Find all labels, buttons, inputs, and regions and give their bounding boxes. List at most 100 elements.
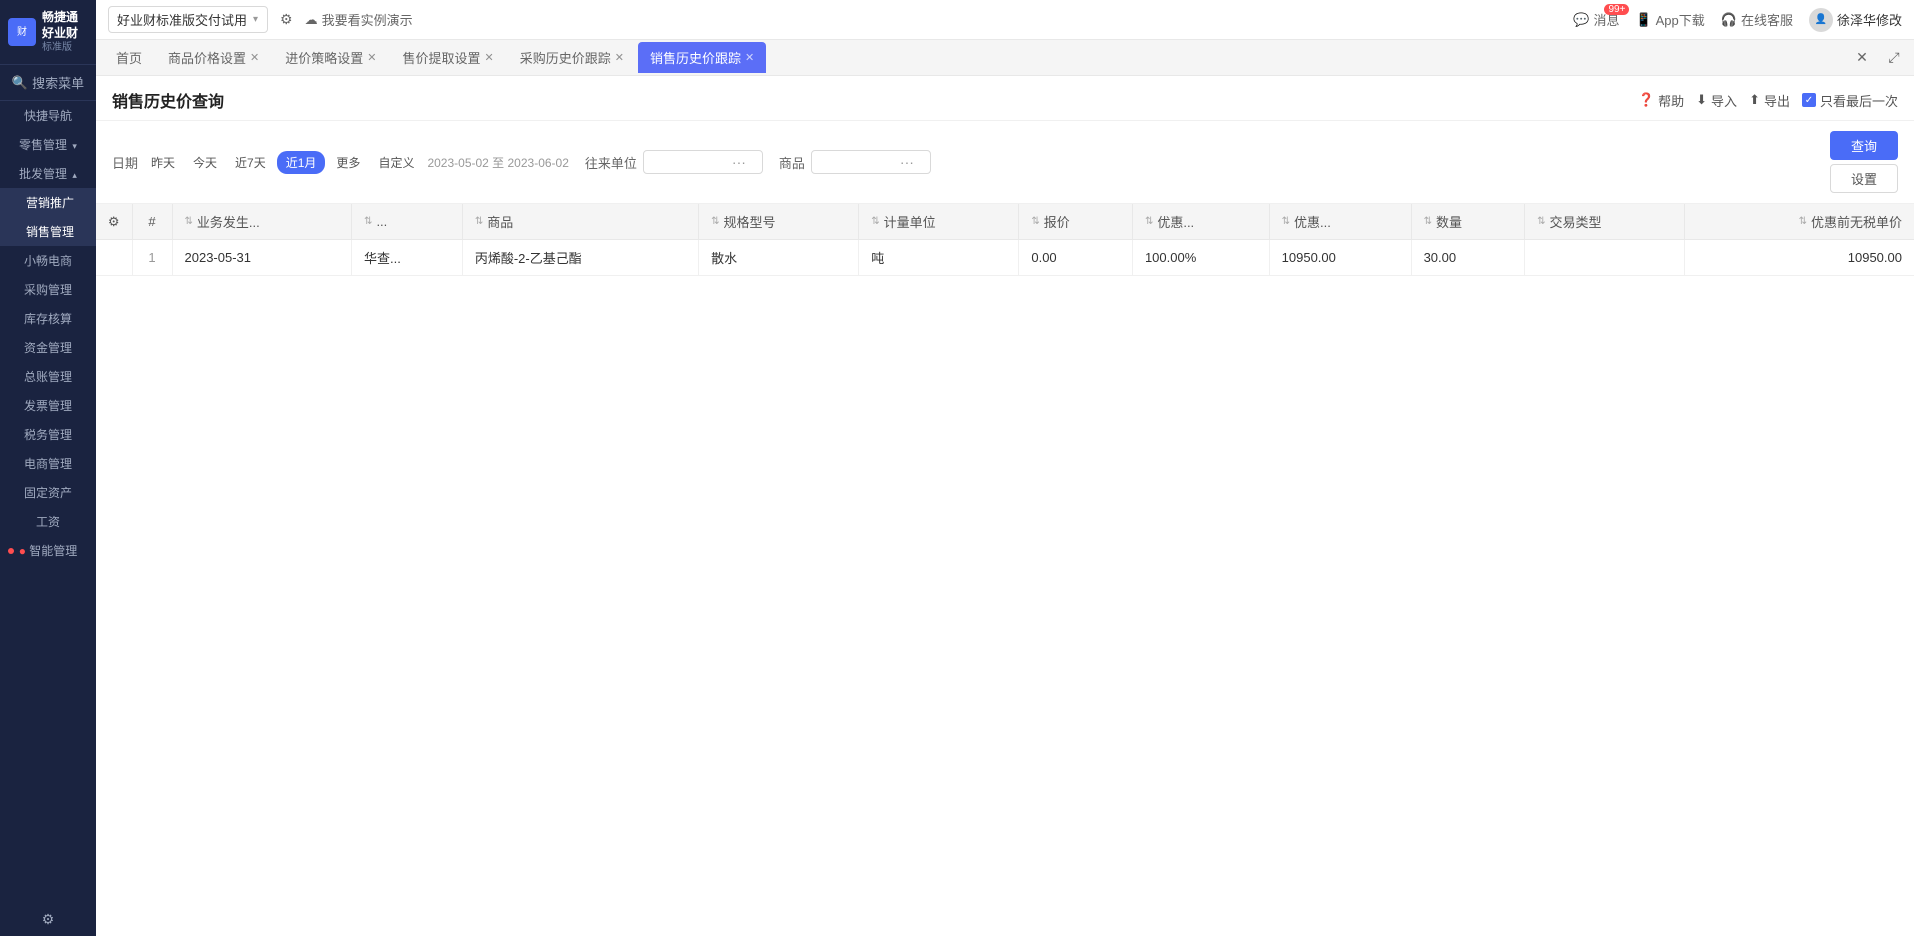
settings-btn[interactable]: 设置	[1830, 164, 1898, 193]
app-selector[interactable]: 好业财标准版交付试用 ▾	[108, 6, 268, 33]
close-icon[interactable]: ✕	[367, 51, 376, 64]
unit-input-wrap[interactable]: ···	[643, 150, 763, 174]
sidebar-item-wholesale[interactable]: 批发管理 ▴	[0, 159, 96, 188]
topbar-right: 💬 消息 99+ 📱 App下载 🎧 在线客服 👤 徐泽华修改	[1573, 8, 1902, 32]
close-icon[interactable]: ✕	[250, 51, 259, 64]
col-discount1-sort-icon: ⇅	[1145, 216, 1153, 227]
user-profile[interactable]: 👤 徐泽华修改	[1809, 8, 1902, 32]
product-input-wrap[interactable]: ···	[811, 150, 931, 174]
date-btn-custom[interactable]: 自定义	[371, 151, 421, 174]
product-filter-group: 商品 ···	[779, 150, 931, 174]
sidebar-settings-btn[interactable]: ⚙	[0, 903, 96, 936]
sidebar-item-ecommerce[interactable]: 电商管理	[0, 449, 96, 478]
tab-cost-strategy-label: 进价策略设置	[285, 48, 363, 67]
date-btn-more[interactable]: 更多	[329, 151, 367, 174]
unit-dots-btn[interactable]: ···	[732, 154, 746, 170]
demo-link[interactable]: ☁ 我要看实例演示	[305, 10, 413, 29]
col-price[interactable]: ⇅ 报价	[1019, 204, 1133, 240]
col-spec[interactable]: ⇅ 规格型号	[699, 204, 859, 240]
col-unit-label: 计量单位	[884, 212, 936, 231]
close-icon[interactable]: ✕	[615, 51, 624, 64]
close-icon[interactable]: ✕	[745, 51, 754, 64]
col-date[interactable]: ⇅ 业务发生...	[172, 204, 352, 240]
tab-purchase-history[interactable]: 采购历史价跟踪 ✕	[508, 42, 636, 73]
col-discount1[interactable]: ⇅ 优惠...	[1132, 204, 1269, 240]
demo-label: 我要看实例演示	[322, 10, 413, 29]
sidebar-payroll-label: 工资	[36, 515, 60, 529]
col-unit[interactable]: ⇅ 计量单位	[859, 204, 1019, 240]
show-last-toggle[interactable]: ✓ 只看最后一次	[1802, 91, 1898, 110]
tab-cost-strategy[interactable]: 进价策略设置 ✕	[273, 42, 388, 73]
col-extra[interactable]: ⇅ ...	[352, 204, 463, 240]
sidebar-smart-label: 智能管理	[29, 544, 77, 558]
sidebar-item-quick-nav[interactable]: 快捷导航	[0, 101, 96, 130]
date-btn-7days[interactable]: 近7天	[228, 151, 273, 174]
sidebar-item-tax[interactable]: 税务管理	[0, 420, 96, 449]
window-close-btn[interactable]: ✕	[1850, 46, 1874, 70]
app-download-btn[interactable]: 📱 App下载	[1635, 10, 1704, 29]
tab-home[interactable]: 首页	[104, 42, 154, 73]
unit-filter-label: 往来单位	[585, 153, 637, 172]
sidebar-ecommerce-small-label: 小畅电商	[24, 254, 72, 268]
sidebar-item-ledger[interactable]: 总账管理	[0, 362, 96, 391]
date-btn-yesterday[interactable]: 昨天	[144, 151, 182, 174]
col-discount2[interactable]: ⇅ 优惠...	[1269, 204, 1411, 240]
row-extra: 华查...	[352, 240, 463, 276]
user-name: 徐泽华修改	[1837, 10, 1902, 29]
tab-product-price[interactable]: 商品价格设置 ✕	[156, 42, 271, 73]
col-product[interactable]: ⇅ 商品	[462, 204, 698, 240]
col-qty[interactable]: ⇅ 数量	[1411, 204, 1525, 240]
sidebar-search[interactable]: 🔍 搜索菜单	[0, 65, 96, 101]
sidebar-item-fixed-assets[interactable]: 固定资产	[0, 478, 96, 507]
sidebar-item-smart[interactable]: ● 智能管理	[0, 536, 96, 565]
app-selector-label: 好业财标准版交付试用	[117, 10, 247, 29]
col-price-sort-icon: ⇅	[1031, 216, 1039, 227]
close-icon[interactable]: ✕	[485, 51, 494, 64]
help-btn[interactable]: ❓ 帮助	[1638, 91, 1684, 110]
sidebar-item-ecommerce-small[interactable]: 小畅电商	[0, 246, 96, 275]
sidebar-item-payroll[interactable]: 工资	[0, 507, 96, 536]
unit-input[interactable]	[652, 155, 732, 170]
sidebar-item-finance[interactable]: 资金管理	[0, 333, 96, 362]
window-maximize-btn[interactable]: ⤢	[1882, 46, 1906, 70]
date-buttons: 昨天 今天 近7天 近1月 更多 自定义	[144, 151, 421, 174]
col-index: #	[132, 204, 172, 240]
sidebar-retail-label: 零售管理	[19, 138, 67, 152]
tab-sell-price[interactable]: 售价提取设置 ✕	[390, 42, 505, 73]
sidebar-item-retail[interactable]: 零售管理 ▾	[0, 130, 96, 159]
col-trans-type[interactable]: ⇅ 交易类型	[1525, 204, 1685, 240]
col-product-sort-icon: ⇅	[475, 216, 483, 227]
topbar-settings-btn[interactable]: ⚙	[280, 11, 293, 28]
tab-sales-history-label: 销售历史价跟踪	[650, 48, 741, 67]
page-content: 销售历史价查询 ❓ 帮助 ⬇ 导入 ⬆ 导出 ✓ 只看最后一次	[96, 76, 1914, 936]
col-settings[interactable]: ⚙	[96, 204, 132, 240]
sidebar-purchase-label: 采购管理	[24, 283, 72, 297]
tab-sales-history[interactable]: 销售历史价跟踪 ✕	[638, 42, 766, 73]
avatar: 👤	[1809, 8, 1833, 32]
product-input[interactable]	[820, 155, 900, 170]
sidebar-item-marketing[interactable]: 营销推广	[0, 188, 96, 217]
query-btn[interactable]: 查询	[1830, 131, 1898, 160]
sidebar-marketing-label: 营销推广	[26, 196, 74, 210]
sidebar-item-purchase[interactable]: 采购管理	[0, 275, 96, 304]
sidebar-item-sales-mgmt[interactable]: 销售管理	[0, 217, 96, 246]
product-dots-btn[interactable]: ···	[900, 154, 914, 170]
message-btn[interactable]: 💬 消息 99+	[1573, 10, 1619, 29]
date-btn-today[interactable]: 今天	[186, 151, 224, 174]
logo-icon: 财	[8, 18, 36, 46]
product-filter-label: 商品	[779, 153, 805, 172]
online-service-btn[interactable]: 🎧 在线客服	[1721, 10, 1793, 29]
table-container: ⚙ # ⇅ 业务发生... ⇅ ...	[96, 204, 1914, 936]
sidebar-ledger-label: 总账管理	[24, 370, 72, 384]
date-filter-label: 日期	[112, 153, 138, 172]
date-btn-1month[interactable]: 近1月	[277, 151, 326, 174]
col-pretax[interactable]: ⇅ 优惠前无税单价	[1685, 204, 1914, 240]
sidebar-item-inventory[interactable]: 库存核算	[0, 304, 96, 333]
show-last-label: 只看最后一次	[1820, 91, 1898, 110]
import-btn[interactable]: ⬇ 导入	[1696, 91, 1737, 110]
col-transtype-label: 交易类型	[1550, 212, 1602, 231]
export-btn[interactable]: ⬆ 导出	[1749, 91, 1790, 110]
table-body: 1 2023-05-31 华查... 丙烯酸-2-乙基己酯 散水 吨 0.00 …	[96, 240, 1914, 276]
sidebar-item-invoice[interactable]: 发票管理	[0, 391, 96, 420]
row-discount2: 10950.00	[1269, 240, 1411, 276]
